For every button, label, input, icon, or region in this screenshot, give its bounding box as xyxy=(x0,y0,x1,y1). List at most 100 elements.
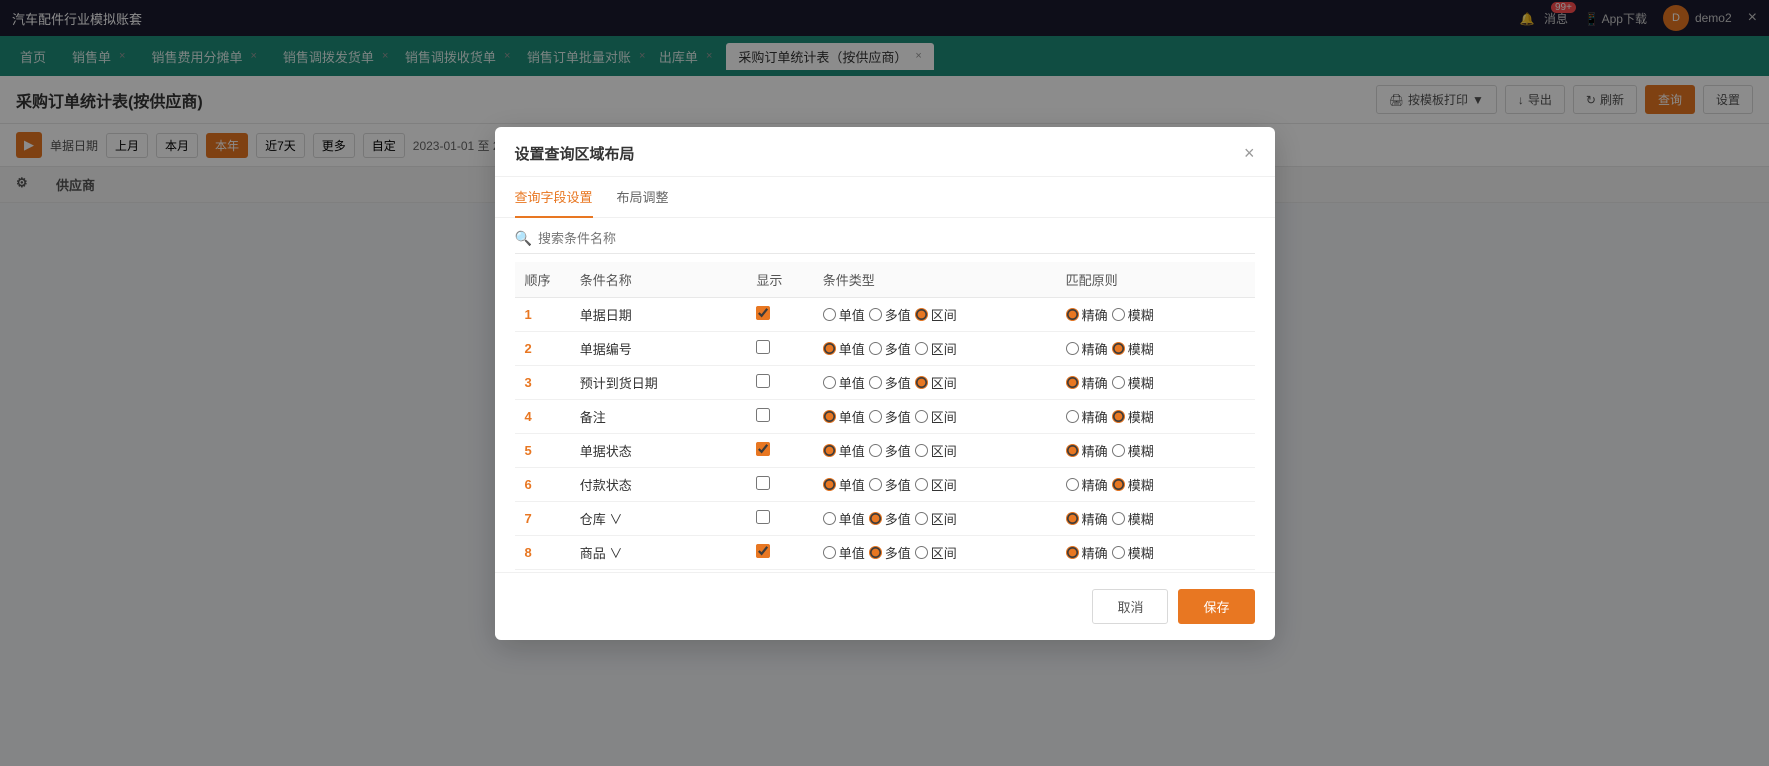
search-bar: 🔍 xyxy=(515,230,1255,254)
cell-show xyxy=(746,297,812,331)
save-button[interactable]: 保存 xyxy=(1178,589,1254,624)
type-option-单值[interactable]: 单值 xyxy=(823,509,865,528)
match-option-模糊[interactable]: 模糊 xyxy=(1112,407,1154,426)
cell-show xyxy=(746,365,812,399)
match-option-精确[interactable]: 精确 xyxy=(1066,543,1108,562)
match-option-模糊[interactable]: 模糊 xyxy=(1112,543,1154,562)
cancel-button[interactable]: 取消 xyxy=(1092,589,1168,624)
type-option-区间[interactable]: 区间 xyxy=(915,543,957,562)
match-option-精确[interactable]: 精确 xyxy=(1066,339,1108,358)
cell-order: 6 xyxy=(515,467,570,501)
cell-order: 2 xyxy=(515,331,570,365)
show-checkbox[interactable] xyxy=(756,544,770,558)
match-option-模糊[interactable]: 模糊 xyxy=(1112,475,1154,494)
match-option-模糊[interactable]: 模糊 xyxy=(1112,373,1154,392)
cell-type: 单值多值区间 xyxy=(813,331,1056,365)
tab-query-fields[interactable]: 查询字段设置 xyxy=(515,177,593,218)
type-option-区间[interactable]: 区间 xyxy=(915,407,957,426)
cell-type: 单值多值区间 xyxy=(813,297,1056,331)
cell-name: 仓库 ∨ xyxy=(570,501,747,535)
table-row: 6付款状态单值多值区间精确模糊 xyxy=(515,467,1255,501)
cell-match: 精确模糊 xyxy=(1056,501,1255,535)
type-option-区间[interactable]: 区间 xyxy=(915,373,957,392)
cell-match: 精确模糊 xyxy=(1056,297,1255,331)
type-option-单值[interactable]: 单值 xyxy=(823,407,865,426)
cell-match: 精确模糊 xyxy=(1056,433,1255,467)
cell-match: 精确模糊 xyxy=(1056,399,1255,433)
cell-type: 单值多值区间 xyxy=(813,365,1056,399)
type-option-多值[interactable]: 多值 xyxy=(869,475,911,494)
table-head-row: 顺序 条件名称 显示 条件类型 匹配原则 xyxy=(515,262,1255,298)
tab-layout[interactable]: 布局调整 xyxy=(617,177,669,218)
table-row: 2单据编号单值多值区间精确模糊 xyxy=(515,331,1255,365)
type-option-单值[interactable]: 单值 xyxy=(823,373,865,392)
type-option-多值[interactable]: 多值 xyxy=(869,305,911,324)
cell-name: 预计到货日期 xyxy=(570,365,747,399)
settings-dialog: 设置查询区域布局 × 查询字段设置 布局调整 🔍 顺序 条件名称 显示 xyxy=(495,127,1275,640)
settings-table: 顺序 条件名称 显示 条件类型 匹配原则 1单据日期单值多值区间精确模糊2单据编… xyxy=(515,262,1255,572)
cell-match: 精确模糊 xyxy=(1056,467,1255,501)
match-option-精确[interactable]: 精确 xyxy=(1066,475,1108,494)
cell-show xyxy=(746,399,812,433)
type-option-区间[interactable]: 区间 xyxy=(915,441,957,460)
cell-show xyxy=(746,433,812,467)
cell-type: 单值多值区间 xyxy=(813,433,1056,467)
cell-name: 备注 xyxy=(570,399,747,433)
match-option-精确[interactable]: 精确 xyxy=(1066,441,1108,460)
th-type: 条件类型 xyxy=(813,262,1056,298)
cell-show xyxy=(746,467,812,501)
cell-type: 单值多值区间 xyxy=(813,501,1056,535)
match-option-模糊[interactable]: 模糊 xyxy=(1112,441,1154,460)
show-checkbox[interactable] xyxy=(756,408,770,422)
cell-order: 5 xyxy=(515,433,570,467)
dialog-close-button[interactable]: × xyxy=(1244,144,1255,162)
type-option-多值[interactable]: 多值 xyxy=(869,339,911,358)
type-option-单值[interactable]: 单值 xyxy=(823,543,865,562)
th-show: 显示 xyxy=(746,262,812,298)
cell-type: 单值多值区间 xyxy=(813,535,1056,569)
type-option-多值[interactable]: 多值 xyxy=(869,543,911,562)
show-checkbox[interactable] xyxy=(756,374,770,388)
type-option-单值[interactable]: 单值 xyxy=(823,339,865,358)
match-option-精确[interactable]: 精确 xyxy=(1066,509,1108,528)
cell-order: 3 xyxy=(515,365,570,399)
match-option-模糊[interactable]: 模糊 xyxy=(1112,305,1154,324)
show-checkbox[interactable] xyxy=(756,340,770,354)
search-input[interactable] xyxy=(538,231,738,246)
show-checkbox[interactable] xyxy=(756,476,770,490)
match-option-精确[interactable]: 精确 xyxy=(1066,373,1108,392)
match-option-精确[interactable]: 精确 xyxy=(1066,407,1108,426)
dialog-tabs: 查询字段设置 布局调整 xyxy=(495,177,1275,218)
type-option-单值[interactable]: 单值 xyxy=(823,475,865,494)
type-option-多值[interactable]: 多值 xyxy=(869,509,911,528)
show-checkbox[interactable] xyxy=(756,510,770,524)
cell-name: 单据编号 xyxy=(570,331,747,365)
table-row: 8商品 ∨单值多值区间精确模糊 xyxy=(515,535,1255,569)
match-option-精确[interactable]: 精确 xyxy=(1066,305,1108,324)
dialog-footer: 取消 保存 xyxy=(495,572,1275,640)
type-option-区间[interactable]: 区间 xyxy=(915,339,957,358)
th-name: 条件名称 xyxy=(570,262,747,298)
cell-match: 精确模糊 xyxy=(1056,535,1255,569)
cell-show xyxy=(746,331,812,365)
type-option-区间[interactable]: 区间 xyxy=(915,305,957,324)
cell-order: 8 xyxy=(515,535,570,569)
table-row: 5单据状态单值多值区间精确模糊 xyxy=(515,433,1255,467)
type-option-区间[interactable]: 区间 xyxy=(915,509,957,528)
overlay: 设置查询区域布局 × 查询字段设置 布局调整 🔍 顺序 条件名称 显示 xyxy=(0,0,1769,766)
show-checkbox[interactable] xyxy=(756,306,770,320)
type-option-单值[interactable]: 单值 xyxy=(823,305,865,324)
cell-name: 单据日期 xyxy=(570,297,747,331)
th-match: 匹配原则 xyxy=(1056,262,1255,298)
match-option-模糊[interactable]: 模糊 xyxy=(1112,509,1154,528)
cell-type: 单值多值区间 xyxy=(813,467,1056,501)
cell-match: 精确模糊 xyxy=(1056,331,1255,365)
match-option-模糊[interactable]: 模糊 xyxy=(1112,339,1154,358)
type-option-单值[interactable]: 单值 xyxy=(823,441,865,460)
type-option-区间[interactable]: 区间 xyxy=(915,475,957,494)
dialog-body: 🔍 顺序 条件名称 显示 条件类型 匹配原则 1单据日 xyxy=(495,218,1275,572)
show-checkbox[interactable] xyxy=(756,442,770,456)
type-option-多值[interactable]: 多值 xyxy=(869,407,911,426)
type-option-多值[interactable]: 多值 xyxy=(869,441,911,460)
type-option-多值[interactable]: 多值 xyxy=(869,373,911,392)
